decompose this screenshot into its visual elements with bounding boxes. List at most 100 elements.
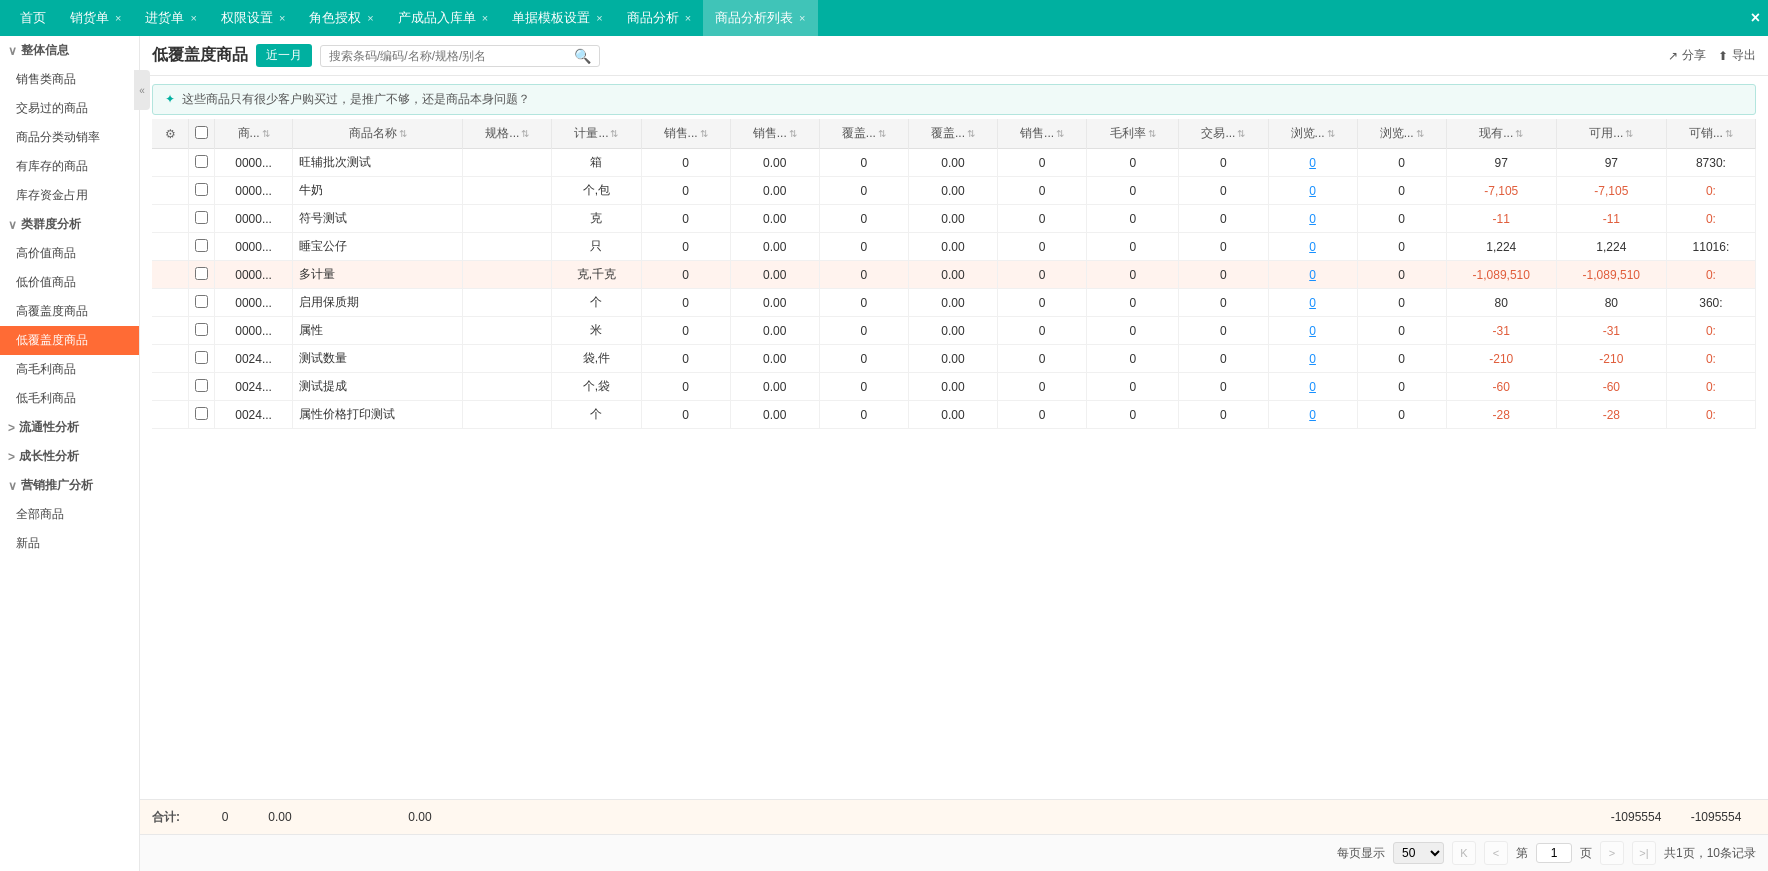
row-checkbox[interactable] xyxy=(189,205,215,233)
sidebar-item-stock-capital[interactable]: 库存资金占用 xyxy=(0,181,139,210)
row-browse1[interactable]: 0 xyxy=(1268,149,1357,177)
row-sales-qty: 0 xyxy=(641,261,730,289)
sidebar-section-overall[interactable]: ∨ 整体信息 xyxy=(0,36,139,65)
row-sales-amt: 0.00 xyxy=(730,233,819,261)
row-unit: 克 xyxy=(552,205,641,233)
select-all-checkbox[interactable] xyxy=(195,126,208,139)
filter-button[interactable]: 近一月 xyxy=(256,44,312,67)
row-settings[interactable] xyxy=(152,401,189,429)
row-settings[interactable] xyxy=(152,373,189,401)
row-browse1[interactable]: 0 xyxy=(1268,401,1357,429)
per-page-select[interactable]: 50 10 20 100 xyxy=(1393,842,1444,864)
sidebar-item-low-value[interactable]: 低价值商品 xyxy=(0,268,139,297)
sidebar-item-high-value[interactable]: 高价值商品 xyxy=(0,239,139,268)
row-transaction: 0 xyxy=(1179,373,1268,401)
nav-tab-purchase[interactable]: 进货单 × xyxy=(133,0,208,36)
row-checkbox[interactable] xyxy=(189,317,215,345)
row-settings[interactable] xyxy=(152,317,189,345)
sidebar-section-flow[interactable]: > 流通性分析 xyxy=(0,413,139,442)
settings-column-header[interactable]: ⚙ xyxy=(152,119,189,149)
sidebar-item-low-margin[interactable]: 低毛利商品 xyxy=(0,384,139,413)
row-settings[interactable] xyxy=(152,177,189,205)
first-page-button[interactable]: K xyxy=(1452,841,1476,865)
nav-tab-sales[interactable]: 销货单 × xyxy=(58,0,133,36)
row-browse1[interactable]: 0 xyxy=(1268,233,1357,261)
page-number-input[interactable] xyxy=(1536,843,1572,863)
sidebar-item-category-turnover[interactable]: 商品分类动销率 xyxy=(0,123,139,152)
close-icon[interactable]: × xyxy=(367,12,373,24)
row-browse1[interactable]: 0 xyxy=(1268,373,1357,401)
share-button[interactable]: ↗ 分享 xyxy=(1668,47,1706,64)
row-checkbox[interactable] xyxy=(189,233,215,261)
row-coverage2: 0.00 xyxy=(908,401,997,429)
row-transaction: 0 xyxy=(1179,317,1268,345)
close-icon[interactable]: × xyxy=(596,12,602,24)
nav-tab-production[interactable]: 产成品入库单 × xyxy=(386,0,500,36)
content-area: 低覆盖度商品 近一月 🔍 ↗ 分享 ⬆ 导出 ✦ 这些商品只有很少客户购买过，是… xyxy=(140,36,1768,871)
row-settings[interactable] xyxy=(152,345,189,373)
sidebar-item-new-goods[interactable]: 新品 xyxy=(0,529,139,558)
row-browse2: 0 xyxy=(1357,205,1446,233)
row-code: 0000... xyxy=(215,317,293,345)
nav-tab-analysis[interactable]: 商品分析 × xyxy=(615,0,703,36)
sidebar-item-all-goods[interactable]: 全部商品 xyxy=(0,500,139,529)
row-browse1[interactable]: 0 xyxy=(1268,177,1357,205)
row-sellable: 8730: xyxy=(1666,149,1755,177)
row-settings[interactable] xyxy=(152,289,189,317)
row-sales-qty: 0 xyxy=(641,345,730,373)
nav-tab-template[interactable]: 单据模板设置 × xyxy=(500,0,614,36)
main-layout: ∨ 整体信息 销售类商品 交易过的商品 商品分类动销率 有库存的商品 库存资金占… xyxy=(0,36,1768,871)
sidebar-item-low-coverage[interactable]: 低覆盖度商品 xyxy=(0,326,139,355)
row-settings[interactable] xyxy=(152,261,189,289)
footer-current-stock: -1095554 xyxy=(1596,806,1676,828)
row-browse1[interactable]: 0 xyxy=(1268,261,1357,289)
prev-page-button[interactable]: < xyxy=(1484,841,1508,865)
row-current-stock: -1,089,510 xyxy=(1446,261,1556,289)
row-checkbox[interactable] xyxy=(189,345,215,373)
row-browse1[interactable]: 0 xyxy=(1268,289,1357,317)
row-code: 0000... xyxy=(215,177,293,205)
close-icon[interactable]: × xyxy=(482,12,488,24)
sidebar-item-high-coverage[interactable]: 高覆盖度商品 xyxy=(0,297,139,326)
row-sales3: 0 xyxy=(998,177,1087,205)
sidebar-item-traded-goods[interactable]: 交易过的商品 xyxy=(0,94,139,123)
sidebar-item-stocked-goods[interactable]: 有库存的商品 xyxy=(0,152,139,181)
row-browse1[interactable]: 0 xyxy=(1268,205,1357,233)
sidebar-section-growth[interactable]: > 成长性分析 xyxy=(0,442,139,471)
close-icon[interactable]: × xyxy=(115,12,121,24)
sidebar-item-sales-goods[interactable]: 销售类商品 xyxy=(0,65,139,94)
row-checkbox[interactable] xyxy=(189,261,215,289)
close-icon[interactable]: × xyxy=(799,12,805,24)
nav-tab-analysis-list[interactable]: 商品分析列表 × xyxy=(703,0,817,36)
row-settings[interactable] xyxy=(152,205,189,233)
row-browse1[interactable]: 0 xyxy=(1268,345,1357,373)
close-icon[interactable]: × xyxy=(685,12,691,24)
row-checkbox[interactable] xyxy=(189,149,215,177)
row-checkbox[interactable] xyxy=(189,373,215,401)
row-browse1[interactable]: 0 xyxy=(1268,317,1357,345)
checkbox-column-header[interactable] xyxy=(189,119,215,149)
sidebar-section-cluster[interactable]: ∨ 类群度分析 xyxy=(0,210,139,239)
sidebar-item-high-margin[interactable]: 高毛利商品 xyxy=(0,355,139,384)
row-browse2: 0 xyxy=(1357,149,1446,177)
nav-tab-role[interactable]: 角色授权 × xyxy=(297,0,385,36)
search-input[interactable] xyxy=(329,49,574,63)
close-icon[interactable]: × xyxy=(190,12,196,24)
close-all-button[interactable]: × xyxy=(1751,9,1760,27)
next-page-button[interactable]: > xyxy=(1600,841,1624,865)
search-icon[interactable]: 🔍 xyxy=(574,48,591,64)
nav-tab-permission[interactable]: 权限设置 × xyxy=(209,0,297,36)
row-checkbox[interactable] xyxy=(189,401,215,429)
row-checkbox[interactable] xyxy=(189,289,215,317)
row-settings[interactable] xyxy=(152,149,189,177)
row-checkbox[interactable] xyxy=(189,177,215,205)
close-icon[interactable]: × xyxy=(279,12,285,24)
last-page-button[interactable]: >| xyxy=(1632,841,1656,865)
total-info: 共1页，10条记录 xyxy=(1664,845,1756,862)
nav-tab-home[interactable]: 首页 xyxy=(8,0,58,36)
sidebar-collapse-button[interactable]: « xyxy=(134,70,150,110)
col-coverage1: 覆盖...⇅ xyxy=(819,119,908,149)
sidebar-section-marketing[interactable]: ∨ 营销推广分析 xyxy=(0,471,139,500)
export-button[interactable]: ⬆ 导出 xyxy=(1718,47,1756,64)
row-settings[interactable] xyxy=(152,233,189,261)
